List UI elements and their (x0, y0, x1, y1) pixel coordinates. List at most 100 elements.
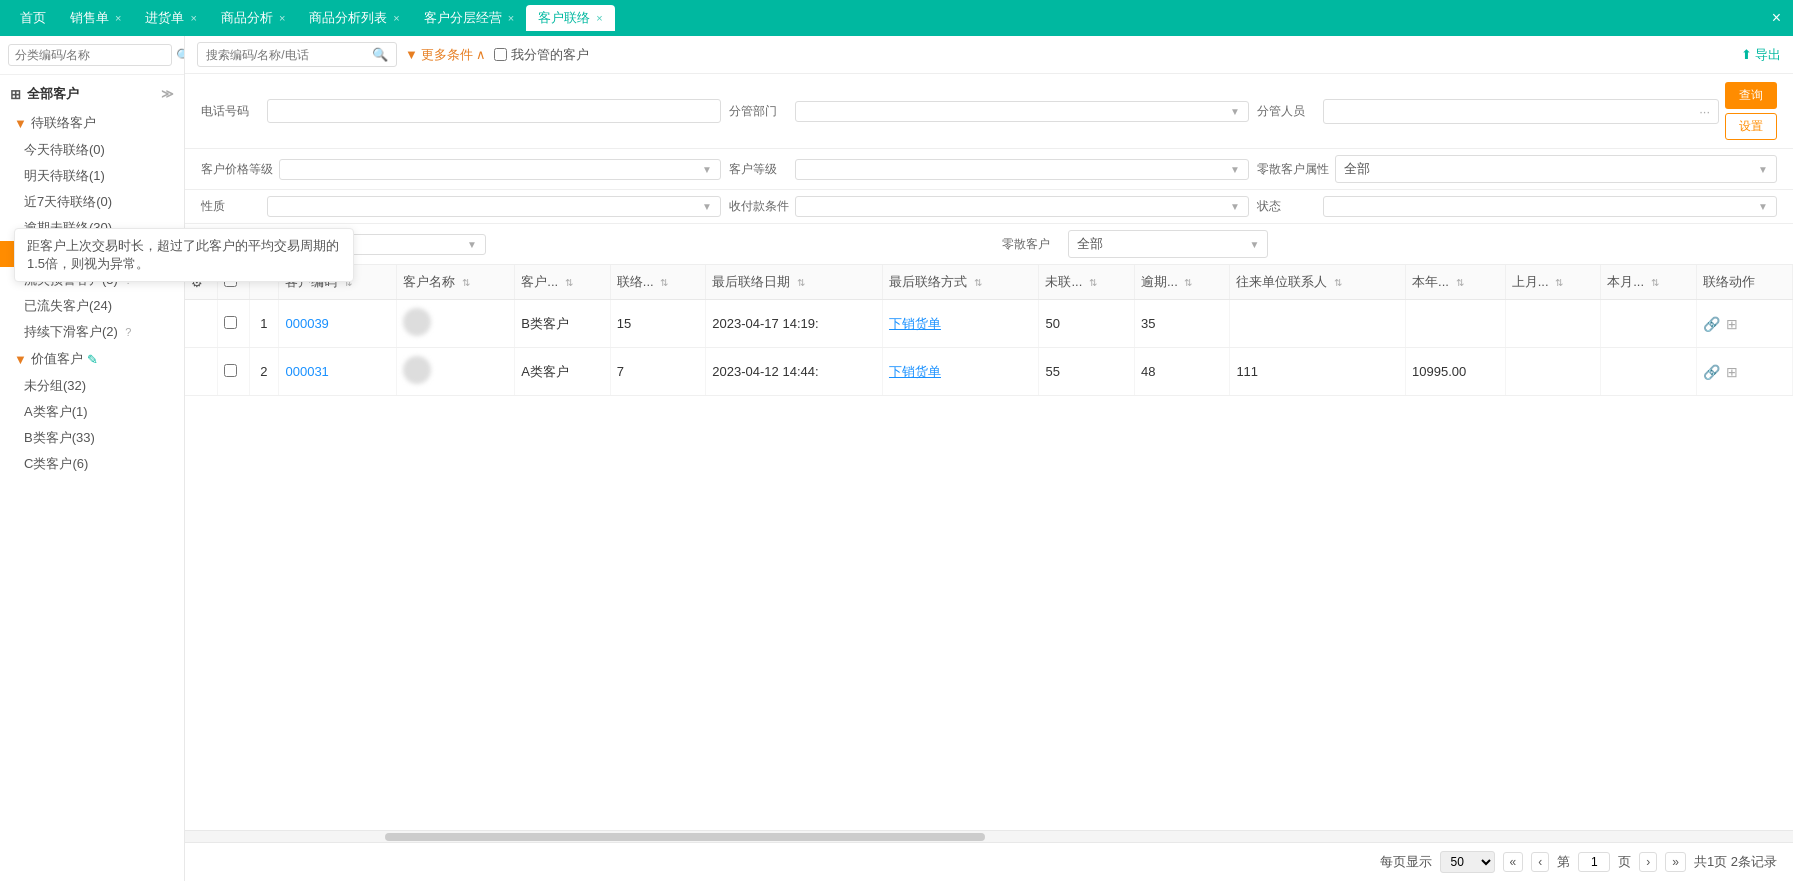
row1-action-icons: 🔗 ⊞ (1703, 316, 1786, 332)
row1-grid-icon[interactable]: ⊞ (1726, 316, 1738, 332)
sidebar-continuous-down[interactable]: 持续下滑客户(2) ? (0, 319, 184, 345)
col-last-date[interactable]: 最后联络日期 ⇅ (706, 265, 883, 300)
tab-customer-contact[interactable]: 客户联络 × (526, 5, 614, 31)
value-customer-header[interactable]: ▼ 价值客户 ✎ (0, 345, 184, 373)
status-select[interactable]: ▼ (1323, 196, 1777, 217)
col-grade[interactable]: 客户... ⇅ (515, 265, 610, 300)
prev-page-btn[interactable]: ‹ (1531, 852, 1549, 872)
close-product-analysis-tab[interactable]: × (279, 12, 285, 24)
manager-input[interactable]: ··· (1323, 99, 1719, 124)
next-page-btn[interactable]: › (1639, 852, 1657, 872)
sidebar-already-lost[interactable]: 已流失客户(24) (0, 293, 184, 319)
row2-last-method-link[interactable]: 下销货单 (889, 364, 941, 379)
row2-link-icon[interactable]: 🔗 (1703, 364, 1720, 380)
first-page-btn[interactable]: « (1503, 852, 1524, 872)
sidebar-tomorrow-contact[interactable]: 明天待联络(1) (0, 163, 184, 189)
retail-customer-select[interactable]: 全部 ▼ (1068, 230, 1268, 258)
nature-select[interactable]: ▼ (267, 196, 721, 217)
payment-select[interactable]: ▼ (795, 196, 1249, 217)
dept-select[interactable]: ▼ (795, 101, 1249, 122)
close-customer-contact-tab[interactable]: × (596, 12, 602, 24)
main-search-icon[interactable]: 🔍 (372, 47, 388, 62)
price-grade-select[interactable]: ▼ (279, 159, 721, 180)
row1-select-checkbox[interactable] (224, 316, 237, 329)
col-last-month[interactable]: 上月... ⇅ (1505, 265, 1600, 300)
sidebar-content: ⊞ 全部客户 ≫ ▼ 待联络客户 今天待联络(0) 明天待联络(1) 近7天待联… (0, 75, 184, 881)
col-name[interactable]: 客户名称 ⇅ (397, 265, 515, 300)
close-all-tabs[interactable]: × (1772, 9, 1781, 27)
overdue-sort-icon: ⇅ (1184, 277, 1192, 288)
col-last-method[interactable]: 最后联络方式 ⇅ (882, 265, 1038, 300)
nature-label: 性质 (201, 198, 261, 215)
tab-sales[interactable]: 销售单 × (58, 5, 133, 31)
sidebar-7day-contact[interactable]: 近7天待联络(0) (0, 189, 184, 215)
row2-settings (185, 348, 217, 396)
tab-product-analysis-list[interactable]: 商品分析列表 × (297, 5, 411, 31)
settings-button[interactable]: 设置 (1725, 113, 1777, 140)
contact-person-sort-icon: ⇅ (1334, 277, 1342, 288)
advanced-filter-row1: 电话号码 分管部门 ▼ 分管人员 ··· 查询 设置 (185, 74, 1793, 149)
query-button[interactable]: 查询 (1725, 82, 1777, 109)
sidebar-class-c[interactable]: C类客户(6) (0, 451, 184, 477)
price-grade-label: 客户价格等级 (201, 161, 273, 178)
page-prefix-label: 第 (1557, 853, 1570, 871)
price-grade-dropdown-icon: ▼ (702, 164, 712, 175)
close-product-list-tab[interactable]: × (393, 12, 399, 24)
status-dropdown-icon: ▼ (1758, 201, 1768, 212)
col-not-contacted[interactable]: 未联... ⇅ (1039, 265, 1134, 300)
tab-home[interactable]: 首页 (8, 5, 58, 31)
last-page-btn[interactable]: » (1665, 852, 1686, 872)
col-contact[interactable]: 联络... ⇅ (610, 265, 705, 300)
col-contact-person[interactable]: 往来单位联系人 ⇅ (1230, 265, 1406, 300)
export-btn[interactable]: ⬆ 导出 (1741, 46, 1781, 64)
main-search-input[interactable] (206, 48, 366, 62)
content-area: 🔍 ▼ 更多条件 ∧ 我分管的客户 ⬆ 导出 电话号码 分管部 (185, 36, 1793, 881)
retail-attr-dropdown-icon: ▼ (1758, 164, 1768, 175)
row2-grid-icon[interactable]: ⊞ (1726, 364, 1738, 380)
status-label: 状态 (1257, 198, 1317, 215)
scrollbar-thumb[interactable] (385, 833, 985, 841)
my-customers-checkbox[interactable] (494, 48, 507, 61)
pending-contact-header[interactable]: ▼ 待联络客户 (0, 109, 184, 137)
row1-last-method-link[interactable]: 下销货单 (889, 316, 941, 331)
row2-select-checkbox[interactable] (224, 364, 237, 377)
tab-customer-tier[interactable]: 客户分层经营 × (412, 5, 526, 31)
row1-action: 🔗 ⊞ (1696, 300, 1792, 348)
nature-dropdown-icon: ▼ (702, 201, 712, 212)
phone-input[interactable] (267, 99, 721, 123)
filter-price-grade: 客户价格等级 ▼ (201, 159, 721, 180)
tab-purchase[interactable]: 进货单 × (133, 5, 208, 31)
sidebar-ungroup[interactable]: 未分组(32) (0, 373, 184, 399)
tab-product-analysis[interactable]: 商品分析 × (209, 5, 297, 31)
col-overdue[interactable]: 逾期... ⇅ (1134, 265, 1229, 300)
row2-last-method: 下销货单 (882, 348, 1038, 396)
per-page-select[interactable]: 50 20 100 (1440, 851, 1495, 873)
customer-grade-select[interactable]: ▼ (795, 159, 1249, 180)
per-page-label: 每页显示 (1380, 853, 1432, 871)
col-this-year[interactable]: 本年... ⇅ (1406, 265, 1506, 300)
row2-code-link[interactable]: 000031 (285, 364, 328, 379)
filter-nature: 性质 ▼ (201, 196, 721, 217)
horizontal-scrollbar[interactable] (185, 830, 1793, 842)
filter-retail-customer: 零散客户 全部 ▼ (1002, 230, 1777, 258)
page-number-input[interactable] (1578, 852, 1610, 872)
sidebar-class-a[interactable]: A类客户(1) (0, 399, 184, 425)
more-conditions-btn[interactable]: ▼ 更多条件 ∧ (405, 46, 486, 64)
row1-link-icon[interactable]: 🔗 (1703, 316, 1720, 332)
close-customer-tier-tab[interactable]: × (508, 12, 514, 24)
sidebar-collapse-btn[interactable]: ≫ (161, 87, 174, 101)
category-search-input[interactable] (8, 44, 172, 66)
sidebar-class-b[interactable]: B类客户(33) (0, 425, 184, 451)
category-search-icon[interactable]: 🔍 (176, 48, 185, 63)
all-customers-header[interactable]: ⊞ 全部客户 ≫ (0, 79, 184, 109)
sidebar-today-contact[interactable]: 今天待联络(0) (0, 137, 184, 163)
retail-attr-label: 零散客户属性 (1257, 161, 1329, 178)
page-suffix-label: 页 (1618, 853, 1631, 871)
close-purchase-tab[interactable]: × (190, 12, 196, 24)
retail-attr-select[interactable]: 全部 ▼ (1335, 155, 1777, 183)
row1-code-link[interactable]: 000039 (285, 316, 328, 331)
close-sales-tab[interactable]: × (115, 12, 121, 24)
value-customer-edit-icon[interactable]: ✎ (87, 352, 98, 367)
col-this-month[interactable]: 本月... ⇅ (1601, 265, 1696, 300)
row2-action-icons: 🔗 ⊞ (1703, 364, 1786, 380)
